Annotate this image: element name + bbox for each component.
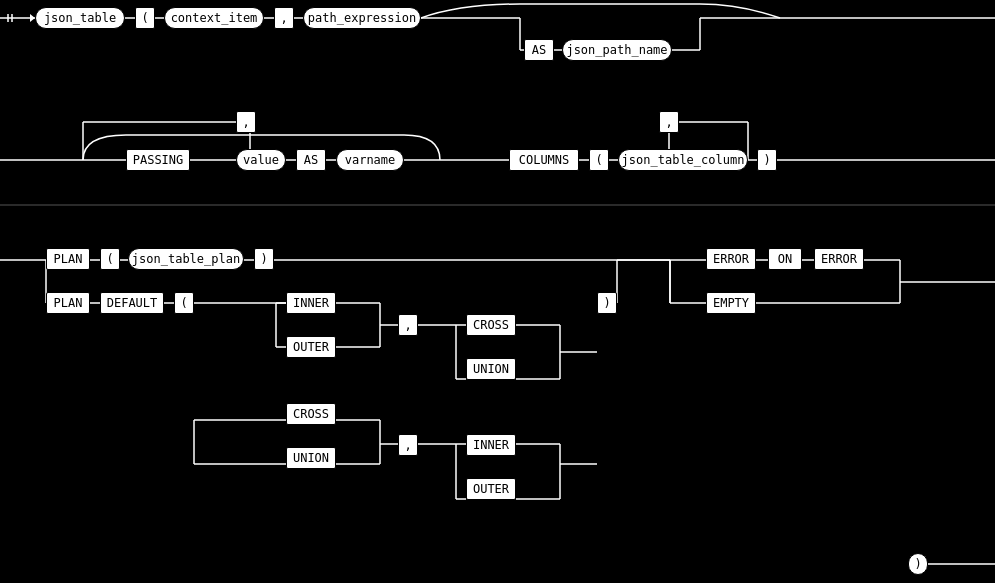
cross2-box: CROSS: [286, 403, 336, 425]
union1-box: UNION: [466, 358, 516, 380]
error2-box: ERROR: [814, 248, 864, 270]
rparen2-box: ): [757, 149, 777, 171]
outer2-box: OUTER: [466, 478, 516, 500]
json-table-box: json_table: [35, 7, 125, 29]
on-box: ON: [768, 248, 802, 270]
comma-plan2-box: ,: [398, 434, 418, 456]
path-expression-box: path_expression: [303, 7, 421, 29]
plan1-box: PLAN: [46, 248, 90, 270]
as2-box: AS: [296, 149, 326, 171]
plan2-box: PLAN: [46, 292, 90, 314]
comma-passing-box: ,: [236, 111, 256, 133]
lparen1-box: (: [135, 7, 155, 29]
union2-box: UNION: [286, 447, 336, 469]
comma1-box: ,: [274, 7, 294, 29]
railroad-diagram: json_table ( context_item , path_express…: [0, 0, 995, 583]
comma-plan1-box: ,: [398, 314, 418, 336]
error1-box: ERROR: [706, 248, 756, 270]
varname-box: varname: [336, 149, 404, 171]
lparen2-box: (: [589, 149, 609, 171]
empty-box: EMPTY: [706, 292, 756, 314]
lparen4-box: (: [174, 292, 194, 314]
json-path-name-box: json_path_name: [562, 39, 672, 61]
rparen4-box: ): [597, 292, 617, 314]
comma-col-box: ,: [659, 111, 679, 133]
rparen3-box: ): [254, 248, 274, 270]
inner2-box: INNER: [466, 434, 516, 456]
as1-box: AS: [524, 39, 554, 61]
passing-box: PASSING: [126, 149, 190, 171]
json-table-column-box: json_table_column: [618, 149, 748, 171]
default-box: DEFAULT: [100, 292, 164, 314]
lparen3-box: (: [100, 248, 120, 270]
value-box: value: [236, 149, 286, 171]
inner1-box: INNER: [286, 292, 336, 314]
outer1-box: OUTER: [286, 336, 336, 358]
rparen5-box: ): [908, 553, 928, 575]
json-table-plan-box: json_table_plan: [128, 248, 244, 270]
context-item-box: context_item: [164, 7, 264, 29]
cross1-box: CROSS: [466, 314, 516, 336]
columns-box: COLUMNS: [509, 149, 579, 171]
